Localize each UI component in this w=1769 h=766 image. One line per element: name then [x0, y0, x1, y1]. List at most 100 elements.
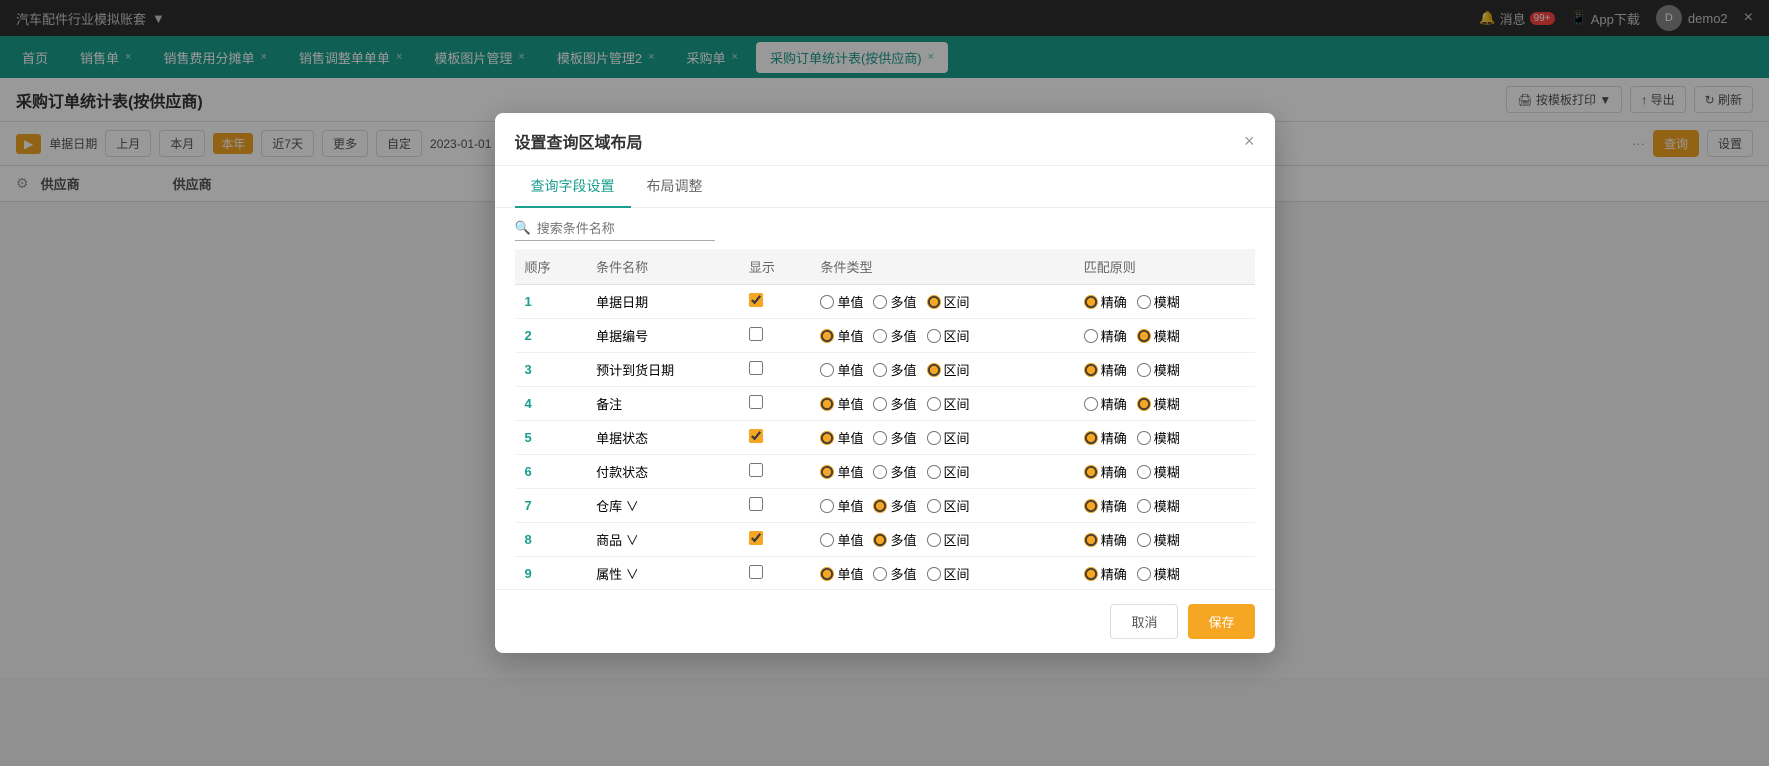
type-option-多值[interactable]: 多值 — [873, 530, 916, 549]
show-checkbox[interactable] — [749, 565, 763, 579]
match-option-模糊[interactable]: 模糊 — [1137, 462, 1180, 481]
row-name: 单据日期 — [586, 285, 739, 319]
row-show[interactable] — [739, 489, 811, 523]
match-option-精确[interactable]: 精确 — [1084, 496, 1127, 515]
row-type[interactable]: 单值多值区间 — [810, 387, 1073, 421]
row-match[interactable]: 精确模糊 — [1074, 319, 1255, 353]
row-match[interactable]: 精确模糊 — [1074, 353, 1255, 387]
row-match[interactable]: 精确模糊 — [1074, 489, 1255, 523]
tab-query-fields[interactable]: 查询字段设置 — [515, 166, 631, 208]
match-option-精确[interactable]: 精确 — [1084, 564, 1127, 583]
row-type[interactable]: 单值多值区间 — [810, 455, 1073, 489]
table-row: 5单据状态单值多值区间精确模糊 — [515, 421, 1255, 455]
match-option-模糊[interactable]: 模糊 — [1137, 496, 1180, 515]
row-type[interactable]: 单值多值区间 — [810, 353, 1073, 387]
type-option-单值[interactable]: 单值 — [820, 326, 863, 345]
row-match[interactable]: 精确模糊 — [1074, 557, 1255, 590]
match-option-精确[interactable]: 精确 — [1084, 360, 1127, 379]
row-seq: 8 — [515, 523, 587, 557]
type-option-多值[interactable]: 多值 — [873, 326, 916, 345]
type-option-单值[interactable]: 单值 — [820, 462, 863, 481]
show-checkbox[interactable] — [749, 429, 763, 443]
match-option-精确[interactable]: 精确 — [1084, 292, 1127, 311]
type-option-多值[interactable]: 多值 — [873, 496, 916, 515]
type-option-区间[interactable]: 区间 — [927, 360, 970, 379]
match-option-精确[interactable]: 精确 — [1084, 326, 1127, 345]
tab-layout-adjust[interactable]: 布局调整 — [631, 166, 719, 208]
match-option-精确[interactable]: 精确 — [1084, 530, 1127, 549]
match-option-精确[interactable]: 精确 — [1084, 428, 1127, 447]
row-name: 单据编号 — [586, 319, 739, 353]
dialog-search-area: 🔍 — [495, 208, 1275, 249]
row-match[interactable]: 精确模糊 — [1074, 523, 1255, 557]
type-option-区间[interactable]: 区间 — [927, 564, 970, 583]
row-match[interactable]: 精确模糊 — [1074, 421, 1255, 455]
type-option-多值[interactable]: 多值 — [873, 394, 916, 413]
table-row: 1单据日期单值多值区间精确模糊 — [515, 285, 1255, 319]
type-option-多值[interactable]: 多值 — [873, 564, 916, 583]
cancel-button[interactable]: 取消 — [1110, 604, 1178, 639]
row-type[interactable]: 单值多值区间 — [810, 523, 1073, 557]
type-option-单值[interactable]: 单值 — [820, 360, 863, 379]
table-row: 4备注单值多值区间精确模糊 — [515, 387, 1255, 421]
type-option-多值[interactable]: 多值 — [873, 360, 916, 379]
search-input[interactable] — [537, 221, 715, 236]
row-show[interactable] — [739, 455, 811, 489]
row-show[interactable] — [739, 285, 811, 319]
show-checkbox[interactable] — [749, 497, 763, 511]
type-option-区间[interactable]: 区间 — [927, 394, 970, 413]
type-option-单值[interactable]: 单值 — [820, 292, 863, 311]
type-option-单值[interactable]: 单值 — [820, 428, 863, 447]
match-option-模糊[interactable]: 模糊 — [1137, 326, 1180, 345]
row-show[interactable] — [739, 557, 811, 590]
dialog-close-btn[interactable]: × — [1244, 132, 1255, 150]
type-option-区间[interactable]: 区间 — [927, 292, 970, 311]
type-option-区间[interactable]: 区间 — [927, 530, 970, 549]
modal-overlay: 设置查询区域布局 × 查询字段设置 布局调整 🔍 顺序 条件名称 — [0, 0, 1769, 766]
save-button[interactable]: 保存 — [1188, 604, 1254, 639]
match-option-精确[interactable]: 精确 — [1084, 462, 1127, 481]
row-match[interactable]: 精确模糊 — [1074, 455, 1255, 489]
match-option-模糊[interactable]: 模糊 — [1137, 394, 1180, 413]
type-option-区间[interactable]: 区间 — [927, 462, 970, 481]
row-seq: 5 — [515, 421, 587, 455]
match-option-模糊[interactable]: 模糊 — [1137, 564, 1180, 583]
row-match[interactable]: 精确模糊 — [1074, 285, 1255, 319]
type-option-区间[interactable]: 区间 — [927, 326, 970, 345]
row-type[interactable]: 单值多值区间 — [810, 421, 1073, 455]
row-type[interactable]: 单值多值区间 — [810, 557, 1073, 590]
type-option-单值[interactable]: 单值 — [820, 496, 863, 515]
table-row: 3预计到货日期单值多值区间精确模糊 — [515, 353, 1255, 387]
table-row: 2单据编号单值多值区间精确模糊 — [515, 319, 1255, 353]
type-option-区间[interactable]: 区间 — [927, 428, 970, 447]
match-option-模糊[interactable]: 模糊 — [1137, 292, 1180, 311]
match-option-模糊[interactable]: 模糊 — [1137, 530, 1180, 549]
show-checkbox[interactable] — [749, 361, 763, 375]
row-seq: 9 — [515, 557, 587, 590]
match-option-模糊[interactable]: 模糊 — [1137, 360, 1180, 379]
row-show[interactable] — [739, 523, 811, 557]
match-option-模糊[interactable]: 模糊 — [1137, 428, 1180, 447]
type-option-多值[interactable]: 多值 — [873, 428, 916, 447]
row-show[interactable] — [739, 319, 811, 353]
row-show[interactable] — [739, 421, 811, 455]
type-option-多值[interactable]: 多值 — [873, 462, 916, 481]
type-option-单值[interactable]: 单值 — [820, 394, 863, 413]
row-show[interactable] — [739, 387, 811, 421]
show-checkbox[interactable] — [749, 395, 763, 409]
type-option-多值[interactable]: 多值 — [873, 292, 916, 311]
show-checkbox[interactable] — [749, 463, 763, 477]
show-checkbox[interactable] — [749, 327, 763, 341]
type-option-单值[interactable]: 单值 — [820, 564, 863, 583]
row-type[interactable]: 单值多值区间 — [810, 285, 1073, 319]
show-checkbox[interactable] — [749, 293, 763, 307]
type-option-区间[interactable]: 区间 — [927, 496, 970, 515]
row-show[interactable] — [739, 353, 811, 387]
type-option-单值[interactable]: 单值 — [820, 530, 863, 549]
show-checkbox[interactable] — [749, 531, 763, 545]
conditions-scroll[interactable]: 顺序 条件名称 显示 条件类型 匹配原则 1单据日期单值多值区间精确模糊2单据编… — [515, 249, 1255, 589]
match-option-精确[interactable]: 精确 — [1084, 394, 1127, 413]
row-type[interactable]: 单值多值区间 — [810, 319, 1073, 353]
row-type[interactable]: 单值多值区间 — [810, 489, 1073, 523]
row-match[interactable]: 精确模糊 — [1074, 387, 1255, 421]
